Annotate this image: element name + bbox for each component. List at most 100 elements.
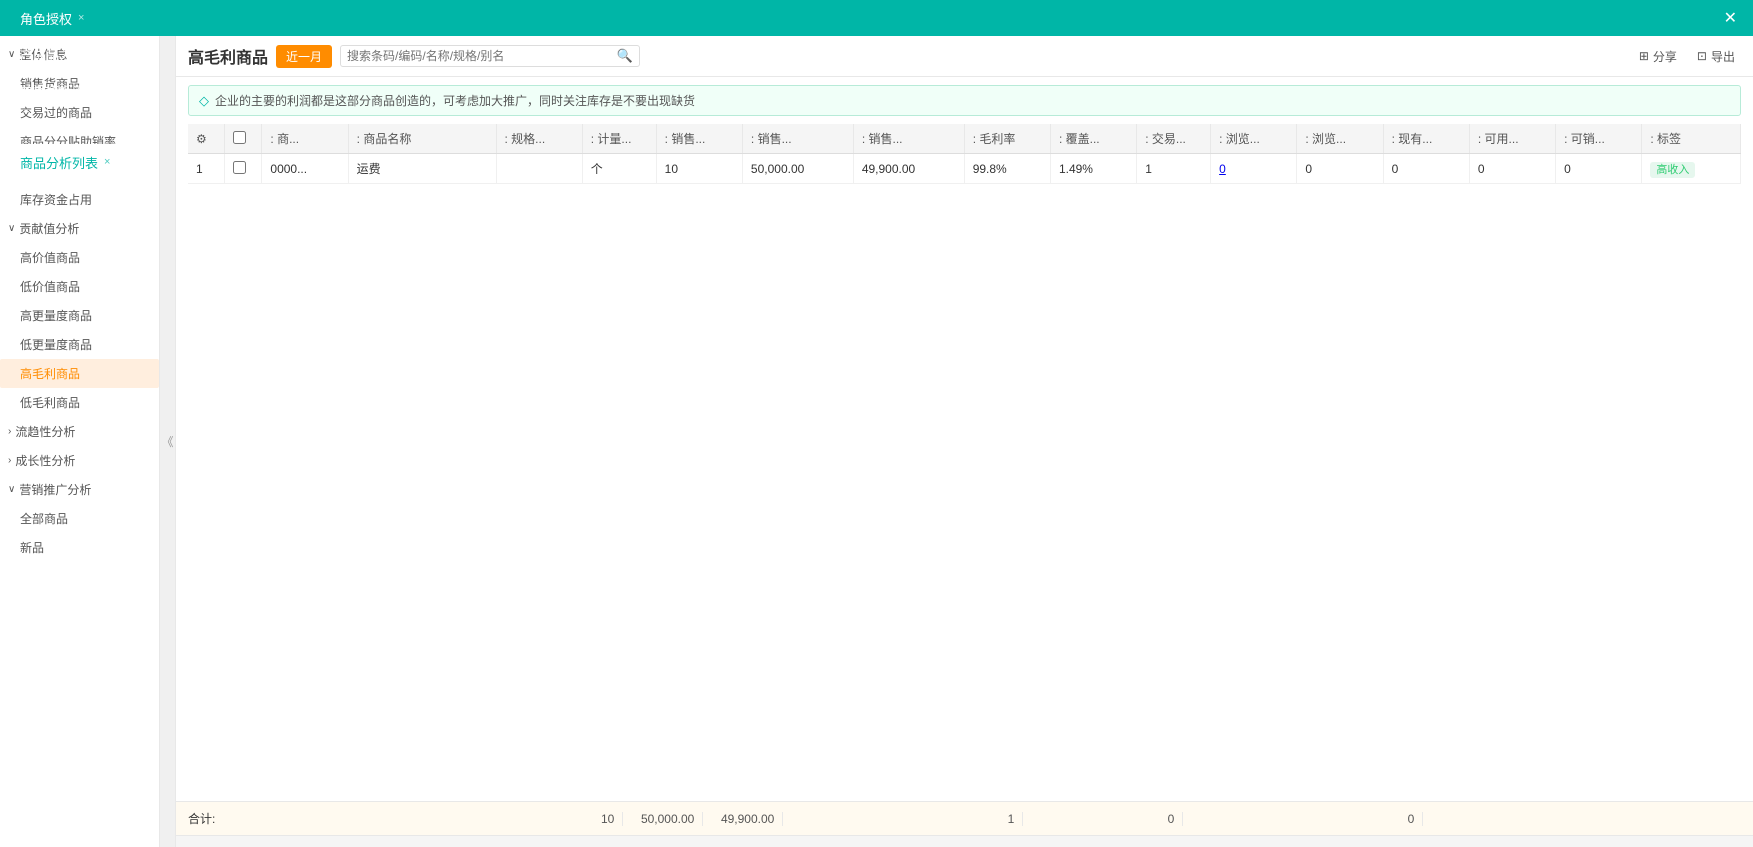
row-select-checkbox[interactable] (233, 161, 246, 174)
col-label-browse2: : 浏览... (1305, 132, 1346, 146)
table-row: 10000...运费个1050,000.0049,900.0099.8%1.49… (188, 154, 1741, 184)
table-wrapper: ⚙ : 商... : 商品名称 : 规格... : 计量... : 销售... : 销售..… (176, 124, 1753, 801)
col-label-coverage: : 覆盖... (1059, 132, 1100, 146)
row-code: 0000... (262, 154, 348, 184)
select-all-checkbox[interactable] (233, 131, 246, 144)
col-label-browse1: : 浏览... (1219, 132, 1260, 146)
row-available: 0 (1469, 154, 1555, 184)
row-spec (496, 154, 582, 184)
search-box: 🔍 (340, 45, 640, 67)
row-checkbox[interactable] (225, 154, 262, 184)
nav-item-analysis[interactable]: 商品分析× (8, 108, 122, 144)
header-actions: ⊞ 分享 ⊡ 导出 (1633, 45, 1741, 68)
col-header-code[interactable]: : 商... (262, 124, 348, 154)
nav-items: 首页销售单×进货单×权限设置×角色授权×产成品入库单×单据模板设置×商品分析×商… (8, 0, 122, 180)
sidebar-group-financial[interactable]: ∨贡献值分析 (0, 214, 159, 243)
nav-close-role[interactable]: × (78, 12, 84, 24)
col-header-trade[interactable]: : 交易... (1137, 124, 1211, 154)
top-nav: 首页销售单×进货单×权限设置×角色授权×产成品入库单×单据模板设置×商品分析×商… (0, 0, 1753, 36)
nav-item-analysis-list[interactable]: 商品分析列表× (8, 144, 122, 180)
browse-link[interactable]: 0 (1219, 162, 1226, 176)
footer-sales-amt: 50,000.00 (623, 812, 703, 826)
info-icon: ◇ (199, 93, 209, 109)
filter-month-btn[interactable]: 近一月 (276, 45, 332, 68)
export-btn[interactable]: ⊡ 导出 (1691, 45, 1741, 68)
sidebar-group-trend[interactable]: ›流趋性分析 (0, 417, 159, 446)
nav-close-analysis[interactable]: × (78, 120, 84, 132)
row-num: 1 (188, 154, 225, 184)
row-browse1[interactable]: 0 (1211, 154, 1297, 184)
row-browse2: 0 (1297, 154, 1383, 184)
data-table: ⚙ : 商... : 商品名称 : 规格... : 计量... : 销售... : 销售..… (188, 124, 1741, 184)
nav-item-role[interactable]: 角色授权× (8, 0, 122, 36)
col-header-sales_amt[interactable]: : 销售... (742, 124, 853, 154)
row-unit: 个 (582, 154, 656, 184)
sidebar-item-high-margin[interactable]: 高毛利商品 (0, 359, 159, 388)
col-header-unit[interactable]: : 计量... (582, 124, 656, 154)
nav-close-analysis-list[interactable]: × (104, 156, 110, 168)
table-footer: 合计: 10 50,000.00 49,900.00 1 0 0 (176, 801, 1753, 835)
search-input[interactable] (347, 49, 617, 63)
col-label-available: : 可用... (1478, 132, 1519, 146)
col-header-spec[interactable]: : 规格... (496, 124, 582, 154)
share-btn[interactable]: ⊞ 分享 (1633, 45, 1683, 68)
col-label-tag: : 标签 (1650, 132, 1681, 146)
col-header-coverage[interactable]: : 覆盖... (1050, 124, 1136, 154)
sidebar-item-all-goods[interactable]: 全部商品 (0, 504, 159, 533)
settings-icon[interactable]: ⚙ (196, 132, 207, 146)
col-header-name[interactable]: : 商品名称 (348, 124, 496, 154)
window-close-btn[interactable]: ✕ (1716, 8, 1745, 28)
arrow-icon-marketing: ∨ (8, 484, 15, 495)
col-label-sales_qty: : 销售... (665, 132, 706, 146)
col-label-gross_margin: : 毛利率 (973, 132, 1016, 146)
nav-close-product-import[interactable]: × (104, 48, 110, 60)
sidebar-collapse-btn[interactable]: 《 (160, 36, 176, 847)
main-layout: ∨整体信息销售货商品交易过的商品商品分分贴助销率有库存的商品库存资金占用∨贡献值… (0, 36, 1753, 847)
nav-close-template[interactable]: × (104, 84, 110, 96)
col-label-sales_profit: : 销售... (862, 132, 903, 146)
col-header-checkbox[interactable] (225, 124, 262, 154)
col-label-name: : 商品名称 (357, 132, 412, 146)
row-tag: 高收入 (1642, 154, 1741, 184)
sidebar-item-low-value[interactable]: 低价值商品 (0, 272, 159, 301)
nav-item-template[interactable]: 单据模板设置× (8, 72, 122, 108)
sidebar-item-high-freq[interactable]: 高更量度商品 (0, 301, 159, 330)
table-header: ⚙ : 商... : 商品名称 : 规格... : 计量... : 销售... : 销售..… (188, 124, 1741, 154)
col-header-sales_profit[interactable]: : 销售... (853, 124, 964, 154)
content-header: 高毛利商品 近一月 🔍 ⊞ 分享 ⊡ 导出 (176, 36, 1753, 77)
col-header-available[interactable]: : 可用... (1469, 124, 1555, 154)
sidebar-item-high-value[interactable]: 高价值商品 (0, 243, 159, 272)
col-header-browse2[interactable]: : 浏览... (1297, 124, 1383, 154)
nav-item-product-import[interactable]: 产成品入库单× (8, 36, 122, 72)
col-label-current: : 现有... (1392, 132, 1433, 146)
col-header-settings[interactable]: ⚙ (188, 124, 225, 154)
arrow-icon-growth: › (8, 455, 11, 466)
footer-browse2: 0 (1103, 812, 1183, 826)
bottom-scrollbar[interactable] (176, 835, 1753, 847)
sidebar-item-low-freq[interactable]: 低更量度商品 (0, 330, 159, 359)
col-header-tag[interactable]: : 标签 (1642, 124, 1741, 154)
col-header-current[interactable]: : 现有... (1383, 124, 1469, 154)
sidebar-group-growth[interactable]: ›成长性分析 (0, 446, 159, 475)
col-label-sellable: : 可销... (1564, 132, 1605, 146)
col-header-sales_qty[interactable]: : 销售... (656, 124, 742, 154)
table-body: 10000...运费个1050,000.0049,900.0099.8%1.49… (188, 154, 1741, 184)
info-text: 企业的主要的利润都是这部分商品创造的，可考虑加大推广，同时关注库存是不要出现缺货 (215, 92, 695, 109)
search-icon[interactable]: 🔍 (617, 48, 633, 64)
arrow-icon-financial: ∨ (8, 223, 15, 234)
sidebar-item-inventory-ratio[interactable]: 库存资金占用 (0, 185, 159, 214)
sidebar-group-marketing[interactable]: ∨营销推广分析 (0, 475, 159, 504)
row-trade: 1 (1137, 154, 1211, 184)
col-label-sales_amt: : 销售... (751, 132, 792, 146)
col-header-sellable[interactable]: : 可销... (1556, 124, 1642, 154)
arrow-icon-trend: › (8, 426, 11, 437)
row-gross-margin: 99.8% (964, 154, 1050, 184)
page-title: 高毛利商品 (188, 44, 268, 68)
export-icon: ⊡ (1697, 49, 1707, 63)
col-header-gross_margin[interactable]: : 毛利率 (964, 124, 1050, 154)
col-header-browse1[interactable]: : 浏览... (1211, 124, 1297, 154)
row-sales-profit: 49,900.00 (853, 154, 964, 184)
col-label-spec: : 规格... (505, 132, 546, 146)
sidebar-item-new-goods[interactable]: 新品 (0, 533, 159, 562)
sidebar-item-low-margin[interactable]: 低毛利商品 (0, 388, 159, 417)
